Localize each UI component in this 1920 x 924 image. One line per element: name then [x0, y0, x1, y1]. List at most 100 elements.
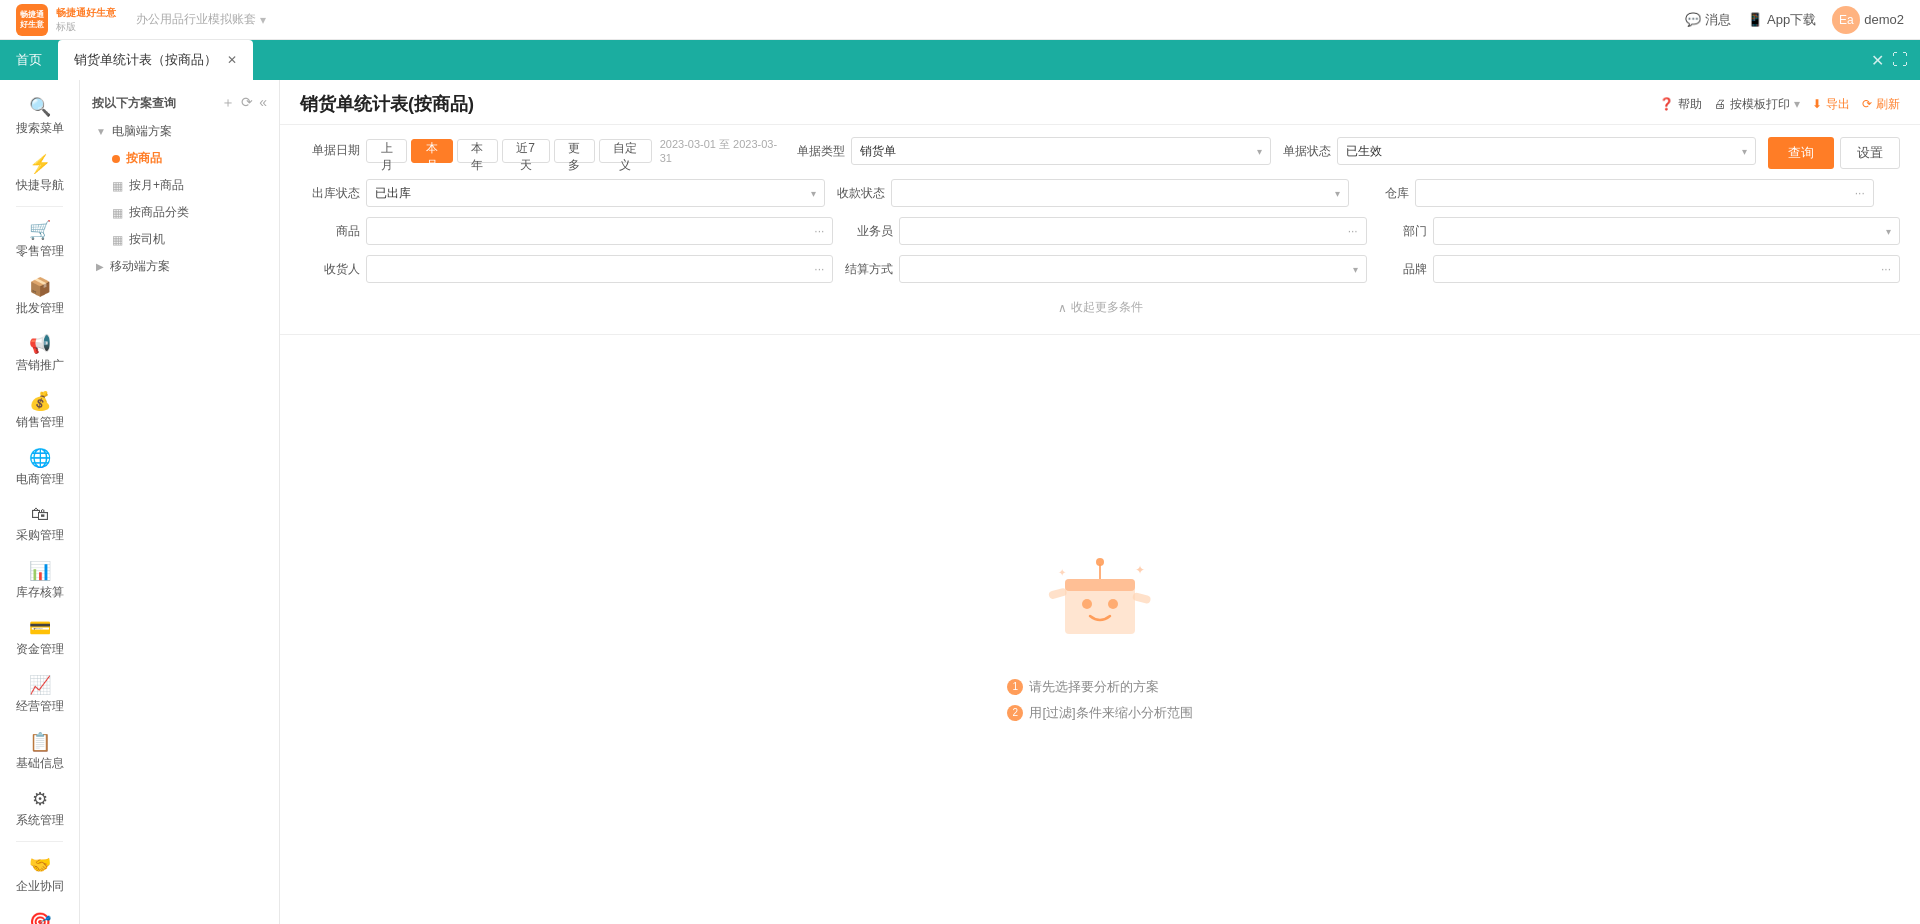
help-btn[interactable]: ❓ 帮助 — [1659, 96, 1702, 113]
receiver-input[interactable]: ··· — [366, 255, 833, 283]
edit-scheme-icon[interactable]: ⟳ — [241, 94, 253, 112]
product-input[interactable]: ··· — [366, 217, 833, 245]
doc-type-value: 销货单 — [860, 143, 896, 160]
date-btn-this-year[interactable]: 本年 — [457, 139, 498, 163]
app-logo: 畅捷通好生意 — [16, 4, 48, 36]
page-header-actions: ❓ 帮助 🖨 按模板打印 ▾ ⬇ 导出 ⟳ 刷新 — [1659, 96, 1900, 113]
empty-tip-2: 2 用[过滤]条件来缩小分析范围 — [1007, 700, 1192, 726]
sidebar-divider-2 — [16, 841, 63, 842]
left-panel-header: 按以下方案查询 ＋ ⟳ « — [80, 88, 279, 118]
doc-status-select[interactable]: 已生效 ▾ — [1337, 137, 1756, 165]
sidebar-item-search[interactable]: 🔍 搜索菜单 — [0, 88, 79, 145]
collapse-btn[interactable]: ∧ 收起更多条件 — [1058, 299, 1143, 316]
content-area: 按以下方案查询 ＋ ⟳ « ▼ 电脑端方案 按商品 ▦ 按月+商品 — [80, 80, 1920, 924]
out-status-value: 已出库 — [375, 185, 411, 202]
doc-status-label: 单据状态 — [1271, 143, 1331, 160]
date-btn-more[interactable]: 更多 — [554, 139, 595, 163]
date-btn-last-month[interactable]: 上月 — [366, 139, 407, 163]
topbar-right: 💬 消息 📱 App下载 Ea demo2 — [1685, 6, 1904, 34]
tab-report[interactable]: 销货单统计表（按商品） ✕ — [58, 40, 253, 80]
svg-point-7 — [1096, 558, 1104, 566]
purchase-icon: 🛍 — [31, 504, 49, 525]
grid-icon-3: ▦ — [112, 233, 123, 247]
tab-maximize-icon[interactable]: ⛶ — [1892, 51, 1908, 69]
ecommerce-icon: 🌐 — [29, 447, 51, 469]
tip-num-2: 2 — [1007, 705, 1023, 721]
svg-text:✦: ✦ — [1135, 563, 1145, 577]
tree-by-product[interactable]: 按商品 — [80, 145, 279, 172]
sidebar: 🔍 搜索菜单 ⚡ 快捷导航 🛒 零售管理 📦 批发管理 📢 营销推广 💰 销售管… — [0, 80, 80, 924]
print-dropdown-icon: ▾ — [1794, 97, 1800, 111]
print-btn[interactable]: 🖨 按模板打印 ▾ — [1714, 96, 1800, 113]
tab-close-icon[interactable]: ✕ — [227, 53, 237, 67]
dept-select[interactable]: ▾ — [1433, 217, 1900, 245]
tree-pc-solution[interactable]: ▼ 电脑端方案 — [80, 118, 279, 145]
refresh-btn[interactable]: ⟳ 刷新 — [1862, 96, 1900, 113]
tab-home[interactable]: 首页 — [0, 40, 58, 80]
filter-date-group: 单据日期 上月 本月 本年 近7天 更多 自定义 2023-03-01 至 20… — [300, 137, 785, 164]
query-button[interactable]: 查询 — [1768, 137, 1834, 169]
dropdown-arrow-icon[interactable]: ▾ — [260, 13, 266, 27]
tree-by-month-product[interactable]: ▦ 按月+商品 — [80, 172, 279, 199]
filter-doc-type-group: 单据类型 销货单 ▾ — [785, 137, 1270, 165]
sidebar-item-guide[interactable]: 🎯 新手引导 — [0, 903, 79, 924]
tree-by-month-product-label: 按月+商品 — [129, 177, 184, 194]
sidebar-item-purchase[interactable]: 🛍 采购管理 — [0, 496, 79, 552]
salesperson-label: 业务员 — [833, 223, 893, 240]
tip-num-1: 1 — [1007, 679, 1023, 695]
settings-button[interactable]: 设置 — [1840, 137, 1900, 169]
tree-mobile-solution[interactable]: ▶ 移动端方案 — [80, 253, 279, 280]
payment-arrow-icon: ▾ — [1353, 264, 1358, 275]
add-scheme-icon[interactable]: ＋ — [221, 94, 235, 112]
sidebar-item-sales[interactable]: 💰 销售管理 — [0, 382, 79, 439]
sidebar-item-inventory[interactable]: 📊 库存核算 — [0, 552, 79, 609]
sidebar-item-finance[interactable]: 💳 资金管理 — [0, 609, 79, 666]
collapse-label: 收起更多条件 — [1071, 299, 1143, 316]
tree-expand-icon: ▼ — [96, 126, 106, 137]
avatar: Ea — [1832, 6, 1860, 34]
message-icon: 💬 — [1685, 12, 1701, 27]
warehouse-input[interactable]: ··· — [1415, 179, 1874, 207]
sidebar-item-quick-nav[interactable]: ⚡ 快捷导航 — [0, 145, 79, 202]
dept-label: 部门 — [1367, 223, 1427, 240]
collection-status-select[interactable]: ▾ — [891, 179, 1350, 207]
doc-status-value: 已生效 — [1346, 143, 1382, 160]
sidebar-item-operation[interactable]: 📈 经营管理 — [0, 666, 79, 723]
tab-close-all-icon[interactable]: ✕ — [1871, 51, 1884, 70]
date-btn-last-7[interactable]: 近7天 — [502, 139, 550, 163]
sidebar-item-marketing[interactable]: 📢 营销推广 — [0, 325, 79, 382]
doc-type-select[interactable]: 销货单 ▾ — [851, 137, 1270, 165]
cooperation-icon: 🤝 — [29, 854, 51, 876]
out-status-select[interactable]: 已出库 ▾ — [366, 179, 825, 207]
collapse-panel-icon[interactable]: « — [259, 94, 267, 112]
date-btn-this-month[interactable]: 本月 — [411, 139, 452, 163]
date-btn-custom[interactable]: 自定义 — [599, 139, 652, 163]
message-btn[interactable]: 💬 消息 — [1685, 11, 1731, 29]
payment-select[interactable]: ▾ — [899, 255, 1366, 283]
sidebar-item-system[interactable]: ⚙ 系统管理 — [0, 780, 79, 837]
sidebar-label-system: 系统管理 — [16, 812, 64, 829]
sidebar-item-cooperation[interactable]: 🤝 企业协同 — [0, 846, 79, 903]
user-menu[interactable]: Ea demo2 — [1832, 6, 1904, 34]
export-btn[interactable]: ⬇ 导出 — [1812, 96, 1850, 113]
finance-icon: 💳 — [29, 617, 51, 639]
tree-pc-label: 电脑端方案 — [112, 123, 172, 140]
tree-by-category[interactable]: ▦ 按商品分类 — [80, 199, 279, 226]
wholesale-icon: 📦 — [29, 276, 51, 298]
grid-icon-2: ▦ — [112, 206, 123, 220]
sidebar-item-basic[interactable]: 📋 基础信息 — [0, 723, 79, 780]
app-download-btn[interactable]: 📱 App下载 — [1747, 11, 1816, 29]
sidebar-item-wholesale[interactable]: 📦 批发管理 — [0, 268, 79, 325]
date-label: 单据日期 — [300, 142, 360, 159]
filter-brand-group: 品牌 ··· — [1367, 255, 1900, 283]
salesperson-input[interactable]: ··· — [899, 217, 1366, 245]
username: demo2 — [1864, 12, 1904, 27]
main-layout: 🔍 搜索菜单 ⚡ 快捷导航 🛒 零售管理 📦 批发管理 📢 营销推广 💰 销售管… — [0, 80, 1920, 924]
refresh-label: 刷新 — [1876, 96, 1900, 113]
filter-row-3: 商品 ··· 业务员 ··· 部门 — [300, 217, 1900, 245]
sidebar-item-retail[interactable]: 🛒 零售管理 — [0, 211, 79, 268]
salesperson-more-icon: ··· — [1348, 224, 1358, 238]
sidebar-item-ecommerce[interactable]: 🌐 电商管理 — [0, 439, 79, 496]
brand-input[interactable]: ··· — [1433, 255, 1900, 283]
tree-by-cashier[interactable]: ▦ 按司机 — [80, 226, 279, 253]
